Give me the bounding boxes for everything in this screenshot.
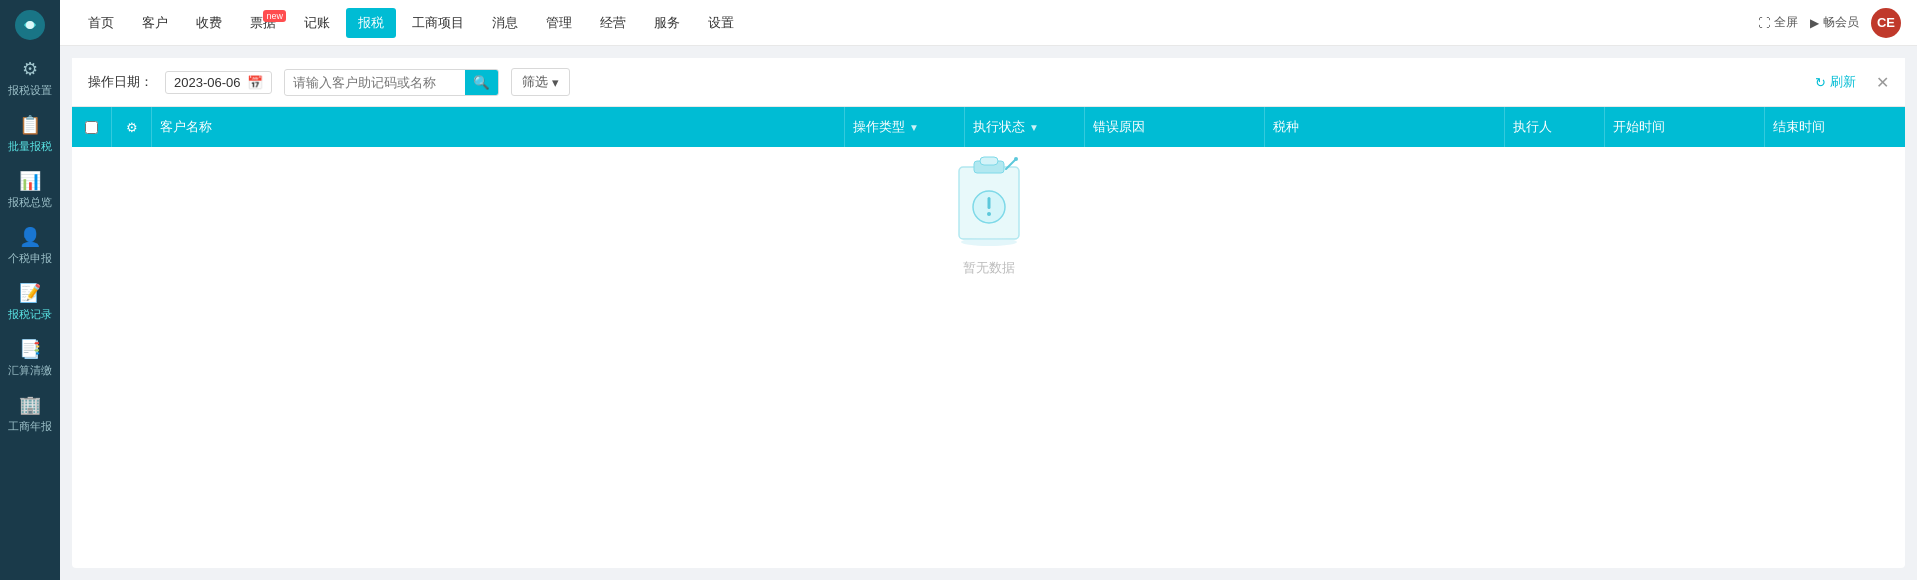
sidebar-item-huisuan[interactable]: 📑 汇算清缴 (0, 330, 60, 386)
sidebar: ⚙ 报税设置 📋 批量报税 📊 报税总览 👤 个税申报 📝 报税记录 📑 汇算清… (0, 0, 60, 580)
refresh-button[interactable]: ↻ 刷新 (1815, 73, 1856, 91)
nav-jizhang[interactable]: 记账 (292, 8, 342, 38)
nav-kehu[interactable]: 客户 (130, 8, 180, 38)
svg-point-7 (987, 212, 991, 216)
nav-items: 首页 客户 收费 票据 new 记账 报税 工商项目 消息 管理 经营 服务 设… (76, 8, 1758, 38)
gear-icon: ⚙ (126, 120, 138, 135)
nav-jingying[interactable]: 经营 (588, 8, 638, 38)
date-input[interactable]: 2023-06-06 📅 (165, 71, 272, 94)
main-area: 首页 客户 收费 票据 new 记账 报税 工商项目 消息 管理 经营 服务 设… (60, 0, 1917, 580)
th-op-type-label: 操作类型 (853, 118, 905, 136)
nav-baoshui[interactable]: 报税 (346, 8, 396, 38)
nav-piaoju[interactable]: 票据 new (238, 8, 288, 38)
nav-xiaoxi[interactable]: 消息 (480, 8, 530, 38)
new-badge: new (263, 10, 286, 22)
empty-state: 暂无数据 (72, 147, 1905, 277)
huisuan-icon: 📑 (19, 338, 41, 360)
nav-guanli[interactable]: 管理 (534, 8, 584, 38)
svg-rect-6 (987, 197, 990, 209)
empty-illustration (944, 147, 1034, 247)
exec-status-sort-icon: ▼ (1029, 122, 1039, 133)
date-label: 操作日期： (88, 73, 153, 91)
gongshang-icon: 🏢 (19, 394, 41, 416)
nav-fuwu[interactable]: 服务 (642, 8, 692, 38)
search-icon: 🔍 (473, 75, 490, 90)
chevron-down-icon: ▾ (552, 75, 559, 90)
th-end-time-label: 结束时间 (1773, 118, 1825, 136)
search-wrap: 🔍 (284, 69, 499, 96)
piliang-icon: 📋 (19, 114, 41, 136)
geshui-icon: 👤 (19, 226, 41, 248)
svg-point-10 (961, 238, 1017, 246)
member-button[interactable]: ▶ 畅会员 (1810, 14, 1859, 31)
table-header: ⚙ 客户名称 操作类型 ▼ 执行状态 ▼ 错误原因 税种 (72, 107, 1905, 147)
sidebar-item-geshuishenbao[interactable]: 👤 个税申报 (0, 218, 60, 274)
sidebar-item-baoshuizonglan[interactable]: 📊 报税总览 (0, 162, 60, 218)
th-error-reason: 错误原因 (1085, 107, 1265, 147)
baoshuishezhi-icon: ⚙ (22, 58, 38, 80)
th-executor: 执行人 (1505, 107, 1605, 147)
empty-text: 暂无数据 (963, 259, 1015, 277)
member-icon: ▶ (1810, 16, 1819, 30)
content-area: 操作日期： 2023-06-06 📅 🔍 筛选 ▾ ↻ (60, 46, 1917, 580)
fullscreen-button[interactable]: ⛶ 全屏 (1758, 14, 1798, 31)
calendar-icon: 📅 (247, 75, 263, 90)
table-container: 操作日期： 2023-06-06 📅 🔍 筛选 ▾ ↻ (72, 58, 1905, 568)
sidebar-item-gongshangnianba[interactable]: 🏢 工商年报 (0, 386, 60, 442)
member-label: 畅会员 (1823, 14, 1859, 31)
th-executor-label: 执行人 (1513, 118, 1552, 136)
th-customer: 客户名称 (152, 107, 845, 147)
fullscreen-icon: ⛶ (1758, 16, 1770, 30)
sidebar-item-baoshuishezhi[interactable]: ⚙ 报税设置 (0, 50, 60, 106)
th-exec-status-label: 执行状态 (973, 118, 1025, 136)
fullscreen-label: 全屏 (1774, 14, 1798, 31)
th-op-type: 操作类型 ▼ (845, 107, 965, 147)
refresh-icon: ↻ (1815, 75, 1826, 90)
filter-label-text: 筛选 (522, 73, 548, 91)
select-all-checkbox[interactable] (85, 121, 98, 134)
th-tax-type: 税种 (1265, 107, 1505, 147)
th-exec-status: 执行状态 ▼ (965, 107, 1085, 147)
nav-shezhi[interactable]: 设置 (696, 8, 746, 38)
header-checkbox-cell[interactable] (72, 107, 112, 147)
avatar[interactable]: CE (1871, 8, 1901, 38)
th-end-time: 结束时间 (1765, 107, 1905, 147)
svg-point-9 (1014, 157, 1018, 161)
close-button[interactable]: ✕ (1876, 73, 1889, 92)
sidebar-item-piliangshuishui[interactable]: 📋 批量报税 (0, 106, 60, 162)
table-body: 暂无数据 (72, 147, 1905, 568)
nav-shouye[interactable]: 首页 (76, 8, 126, 38)
search-button[interactable]: 🔍 (465, 70, 498, 95)
th-customer-label: 客户名称 (160, 118, 212, 136)
refresh-label: 刷新 (1830, 73, 1856, 91)
th-start-time: 开始时间 (1605, 107, 1765, 147)
topnav-right: ⛶ 全屏 ▶ 畅会员 CE (1758, 8, 1901, 38)
top-nav: 首页 客户 收费 票据 new 记账 报税 工商项目 消息 管理 经营 服务 设… (60, 0, 1917, 46)
op-type-sort-icon: ▼ (909, 122, 919, 133)
svg-rect-4 (980, 157, 998, 165)
th-error-reason-label: 错误原因 (1093, 118, 1145, 136)
th-tax-type-label: 税种 (1273, 118, 1299, 136)
nav-shoufe[interactable]: 收费 (184, 8, 234, 38)
jilu-icon: 📝 (19, 282, 41, 304)
svg-point-1 (26, 21, 34, 29)
search-input[interactable] (285, 71, 465, 94)
nav-gongshangxiangmu[interactable]: 工商项目 (400, 8, 476, 38)
zonglan-icon: 📊 (19, 170, 41, 192)
filter-button[interactable]: 筛选 ▾ (511, 68, 570, 96)
th-start-time-label: 开始时间 (1613, 118, 1665, 136)
filter-bar: 操作日期： 2023-06-06 📅 🔍 筛选 ▾ ↻ (72, 58, 1905, 107)
date-value: 2023-06-06 (174, 75, 241, 90)
sidebar-logo (0, 0, 60, 50)
header-gear-cell[interactable]: ⚙ (112, 107, 152, 147)
sidebar-item-baoshuijilu[interactable]: 📝 报税记录 (0, 274, 60, 330)
